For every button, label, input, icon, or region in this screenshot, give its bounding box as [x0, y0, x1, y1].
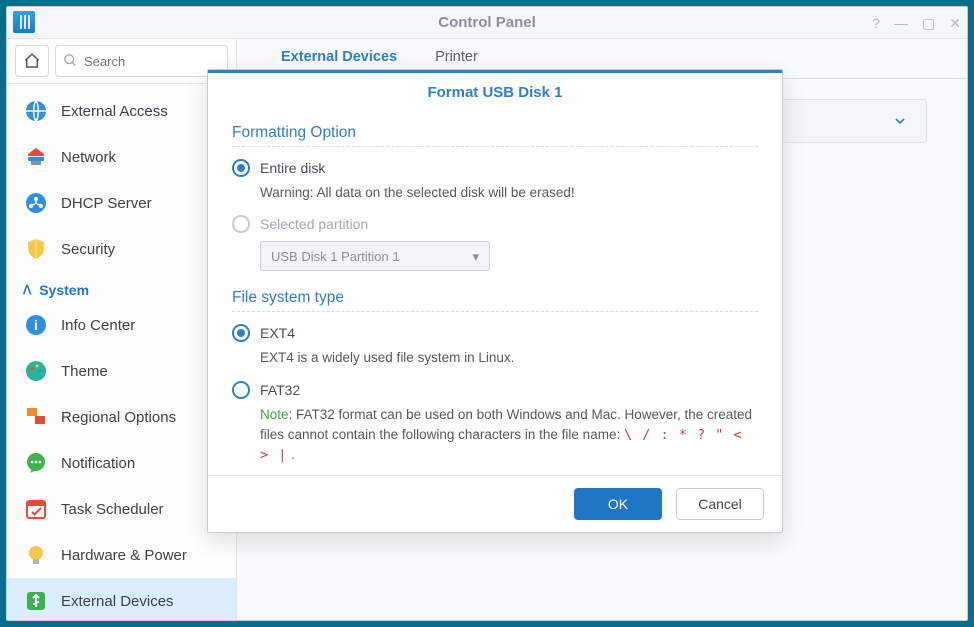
- radio-selected-partition: Selected partition: [232, 215, 758, 233]
- sidebar-item-label: Info Center: [61, 317, 135, 334]
- control-panel-window: Control Panel ? — ▢ ✕: [6, 6, 968, 621]
- minimize-icon[interactable]: —: [894, 15, 908, 31]
- sidebar-item-label: Theme: [61, 363, 108, 380]
- flags-icon: [23, 404, 49, 430]
- radio-label: Entire disk: [260, 160, 325, 176]
- sidebar-item-dhcp[interactable]: DHCP Server: [7, 180, 236, 226]
- cancel-button[interactable]: Cancel: [676, 488, 764, 520]
- app-icon: [13, 11, 35, 33]
- radio-icon: [232, 324, 250, 342]
- sidebar-item-regional[interactable]: Regional Options: [7, 394, 236, 440]
- format-dialog: Format USB Disk 1 Formatting Option Enti…: [207, 69, 783, 533]
- sidebar: External Access Network DHCP Server Secu…: [7, 39, 237, 620]
- palette-icon: [23, 358, 49, 384]
- radio-icon: [232, 215, 250, 233]
- sidebar-item-external-access[interactable]: External Access: [7, 88, 236, 134]
- sidebar-item-task-scheduler[interactable]: Task Scheduler: [7, 486, 236, 532]
- search-input[interactable]: [55, 45, 228, 77]
- partition-dropdown: USB Disk 1 Partition 1 ▾: [260, 241, 490, 271]
- radio-icon: [232, 381, 250, 399]
- ok-button[interactable]: OK: [574, 488, 662, 520]
- home-button[interactable]: [15, 45, 49, 77]
- device-icon: [23, 588, 49, 614]
- sidebar-item-label: External Access: [61, 103, 168, 120]
- sidebar-item-label: Task Scheduler: [61, 501, 164, 518]
- close-icon[interactable]: ✕: [949, 15, 961, 32]
- sidebar-item-label: DHCP Server: [61, 195, 152, 212]
- sidebar-item-hardware-power[interactable]: Hardware & Power: [7, 532, 236, 578]
- section-file-system: File system type: [232, 289, 758, 307]
- section-formatting-option: Formatting Option: [232, 124, 758, 142]
- sidebar-item-label: Notification: [61, 455, 135, 472]
- sidebar-item-notification[interactable]: Notification: [7, 440, 236, 486]
- chevron-down-icon: [892, 113, 908, 129]
- radio-label: Selected partition: [260, 216, 368, 232]
- radio-ext4[interactable]: EXT4: [232, 324, 758, 342]
- window-title: Control Panel: [438, 14, 536, 31]
- sidebar-item-label: Regional Options: [61, 409, 176, 426]
- radio-fat32[interactable]: FAT32: [232, 381, 758, 399]
- entire-disk-warning: Warning: All data on the selected disk w…: [260, 183, 758, 203]
- sidebar-section-system[interactable]: ᐱ System: [7, 272, 236, 302]
- radio-icon: [232, 159, 250, 177]
- chat-icon: [23, 450, 49, 476]
- radio-label: EXT4: [260, 325, 295, 341]
- globe-icon: [23, 98, 49, 124]
- sidebar-item-network[interactable]: Network: [7, 134, 236, 180]
- info-icon: i: [23, 312, 49, 338]
- sidebar-section-label: System: [39, 282, 89, 298]
- sidebar-item-theme[interactable]: Theme: [7, 348, 236, 394]
- bulb-icon: [23, 542, 49, 568]
- chevron-down-icon: ▾: [472, 247, 479, 267]
- search-icon: [63, 53, 78, 68]
- radio-entire-disk[interactable]: Entire disk: [232, 159, 758, 177]
- sidebar-item-label: Hardware & Power: [61, 547, 187, 564]
- fat32-description: Note: FAT32 format can be used on both W…: [260, 405, 758, 466]
- dropdown-value: USB Disk 1 Partition 1: [271, 247, 400, 267]
- sidebar-item-label: External Devices: [61, 593, 174, 610]
- note-label: Note: [260, 407, 289, 422]
- chevron-up-icon: ᐱ: [23, 283, 31, 297]
- ext4-description: EXT4 is a widely used file system in Lin…: [260, 348, 758, 368]
- sidebar-item-security[interactable]: Security: [7, 226, 236, 272]
- sidebar-item-external-devices[interactable]: External Devices: [7, 578, 236, 620]
- sidebar-item-label: Security: [61, 241, 115, 258]
- sidebar-item-info-center[interactable]: i Info Center: [7, 302, 236, 348]
- dialog-title: Format USB Disk 1: [208, 70, 782, 110]
- radio-label: FAT32: [260, 382, 300, 398]
- shield-icon: [23, 236, 49, 262]
- titlebar: Control Panel ? — ▢ ✕: [7, 7, 967, 39]
- network-icon: [23, 144, 49, 170]
- sidebar-item-label: Network: [61, 149, 116, 166]
- calendar-icon: [23, 496, 49, 522]
- svg-text:i: i: [34, 317, 38, 333]
- help-icon[interactable]: ?: [872, 15, 880, 31]
- maximize-icon[interactable]: ▢: [922, 15, 935, 32]
- dhcp-icon: [23, 190, 49, 216]
